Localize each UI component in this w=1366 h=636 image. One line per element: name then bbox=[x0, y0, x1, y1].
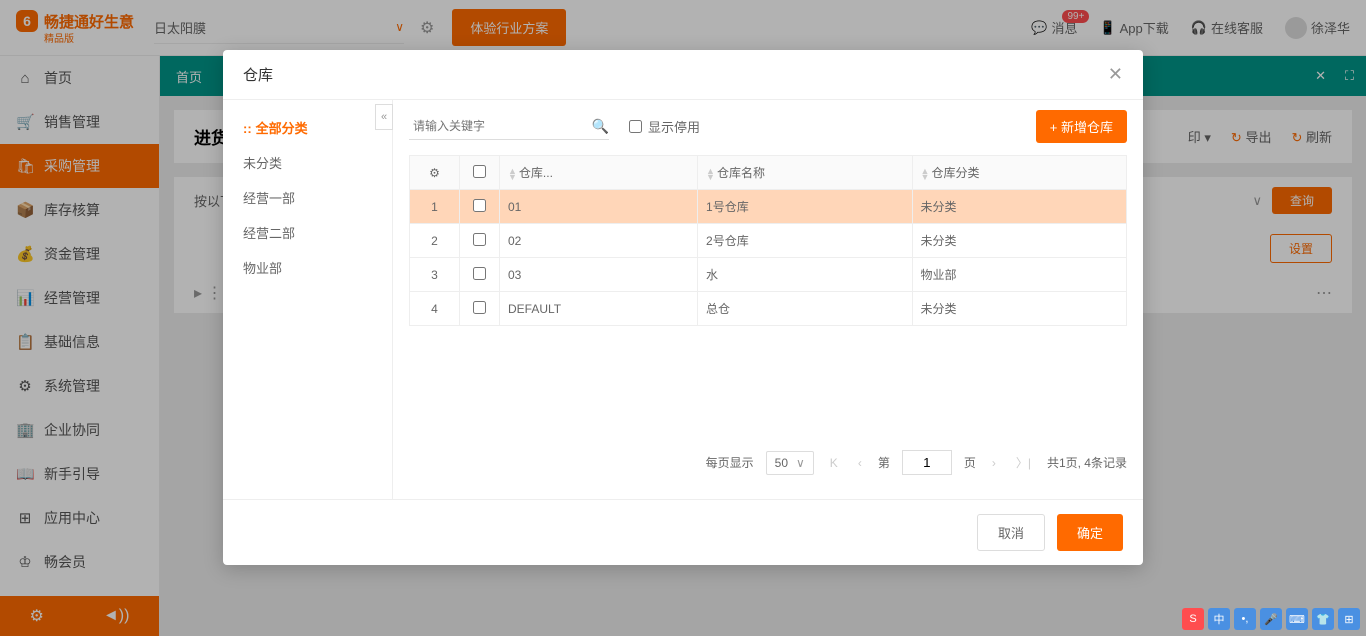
cell-code: DEFAULT bbox=[500, 292, 698, 326]
pager: 每页显示 50∨ K ‹ 第 页 › 〉| 共1页, 4条记录 bbox=[409, 436, 1127, 489]
category-all[interactable]: 全部分类 bbox=[223, 110, 392, 145]
category-sidebar: « 全部分类 未分类经营一部经营二部物业部 bbox=[223, 100, 393, 499]
show-disabled-checkbox[interactable]: 显示停用 bbox=[629, 117, 700, 136]
first-page-icon[interactable]: K bbox=[826, 456, 842, 470]
cell-no: 3 bbox=[410, 258, 460, 292]
collapse-sidebar-icon[interactable]: « bbox=[375, 104, 393, 130]
ime-lang-icon[interactable]: 中 bbox=[1208, 608, 1230, 630]
cell-category: 未分类 bbox=[912, 292, 1126, 326]
cell-no: 1 bbox=[410, 190, 460, 224]
ime-menu-icon[interactable]: ⊞ bbox=[1338, 608, 1360, 630]
page-label-2: 页 bbox=[964, 454, 976, 471]
cell-code: 01 bbox=[500, 190, 698, 224]
cell-code: 03 bbox=[500, 258, 698, 292]
per-page-select[interactable]: 50∨ bbox=[766, 451, 814, 475]
ime-mic-icon[interactable]: 🎤 bbox=[1260, 608, 1282, 630]
row-checkbox[interactable] bbox=[473, 301, 486, 314]
ime-bar: S 中 •, 🎤 ⌨ 👕 ⊞ bbox=[1182, 608, 1360, 630]
cell-name: 1号仓库 bbox=[698, 190, 912, 224]
category-item-0[interactable]: 未分类 bbox=[223, 145, 392, 180]
table-row[interactable]: 2 022号仓库未分类 bbox=[410, 224, 1127, 258]
row-checkbox[interactable] bbox=[473, 267, 486, 280]
table-row[interactable]: 1 011号仓库未分类 bbox=[410, 190, 1127, 224]
ime-punct-icon[interactable]: •, bbox=[1234, 608, 1256, 630]
category-item-3[interactable]: 物业部 bbox=[223, 250, 392, 285]
page-label-1: 第 bbox=[878, 454, 890, 471]
col-code[interactable]: ▲▼仓库... bbox=[500, 156, 698, 190]
next-page-icon[interactable]: › bbox=[988, 456, 1000, 470]
cell-name: 水 bbox=[698, 258, 912, 292]
row-checkbox[interactable] bbox=[473, 199, 486, 212]
cell-category: 未分类 bbox=[912, 190, 1126, 224]
last-page-icon[interactable]: 〉| bbox=[1012, 454, 1035, 471]
search-input[interactable] bbox=[409, 113, 592, 139]
cell-no: 2 bbox=[410, 224, 460, 258]
ime-keyboard-icon[interactable]: ⌨ bbox=[1286, 608, 1308, 630]
modal-overlay: 仓库 ✕ « 全部分类 未分类经营一部经营二部物业部 🔍 显示停用 bbox=[0, 0, 1366, 636]
warehouse-modal: 仓库 ✕ « 全部分类 未分类经营一部经营二部物业部 🔍 显示停用 bbox=[223, 50, 1143, 565]
cancel-button[interactable]: 取消 bbox=[977, 514, 1045, 551]
table-row[interactable]: 4 DEFAULT总仓未分类 bbox=[410, 292, 1127, 326]
row-checkbox[interactable] bbox=[473, 233, 486, 246]
warehouse-table: ⚙ ▲▼仓库... ▲▼仓库名称 ▲▼仓库分类 1011号仓库未分类2022号仓… bbox=[409, 155, 1127, 326]
search-icon[interactable]: 🔍 bbox=[592, 118, 609, 135]
cell-code: 02 bbox=[500, 224, 698, 258]
cell-no: 4 bbox=[410, 292, 460, 326]
col-checkbox bbox=[460, 156, 500, 190]
cell-category: 未分类 bbox=[912, 224, 1126, 258]
modal-close-icon[interactable]: ✕ bbox=[1108, 64, 1123, 85]
category-item-1[interactable]: 经营一部 bbox=[223, 180, 392, 215]
confirm-button[interactable]: 确定 bbox=[1057, 514, 1123, 551]
cell-name: 总仓 bbox=[698, 292, 912, 326]
page-input[interactable] bbox=[902, 450, 952, 475]
category-item-2[interactable]: 经营二部 bbox=[223, 215, 392, 250]
search-box: 🔍 bbox=[409, 113, 609, 140]
col-gear[interactable]: ⚙ bbox=[410, 156, 460, 190]
table-row[interactable]: 3 03水物业部 bbox=[410, 258, 1127, 292]
col-category[interactable]: ▲▼仓库分类 bbox=[912, 156, 1126, 190]
modal-title: 仓库 bbox=[243, 64, 273, 85]
show-disabled-label: 显示停用 bbox=[648, 117, 700, 136]
prev-page-icon[interactable]: ‹ bbox=[854, 456, 866, 470]
show-disabled-input[interactable] bbox=[629, 120, 642, 133]
select-all-checkbox[interactable] bbox=[473, 165, 486, 178]
cell-category: 物业部 bbox=[912, 258, 1126, 292]
add-warehouse-button[interactable]: + 新增仓库 bbox=[1036, 110, 1127, 143]
ime-sogou-icon[interactable]: S bbox=[1182, 608, 1204, 630]
pager-summary: 共1页, 4条记录 bbox=[1047, 454, 1127, 471]
cell-name: 2号仓库 bbox=[698, 224, 912, 258]
ime-skin-icon[interactable]: 👕 bbox=[1312, 608, 1334, 630]
col-name[interactable]: ▲▼仓库名称 bbox=[698, 156, 912, 190]
per-page-label: 每页显示 bbox=[706, 454, 754, 471]
